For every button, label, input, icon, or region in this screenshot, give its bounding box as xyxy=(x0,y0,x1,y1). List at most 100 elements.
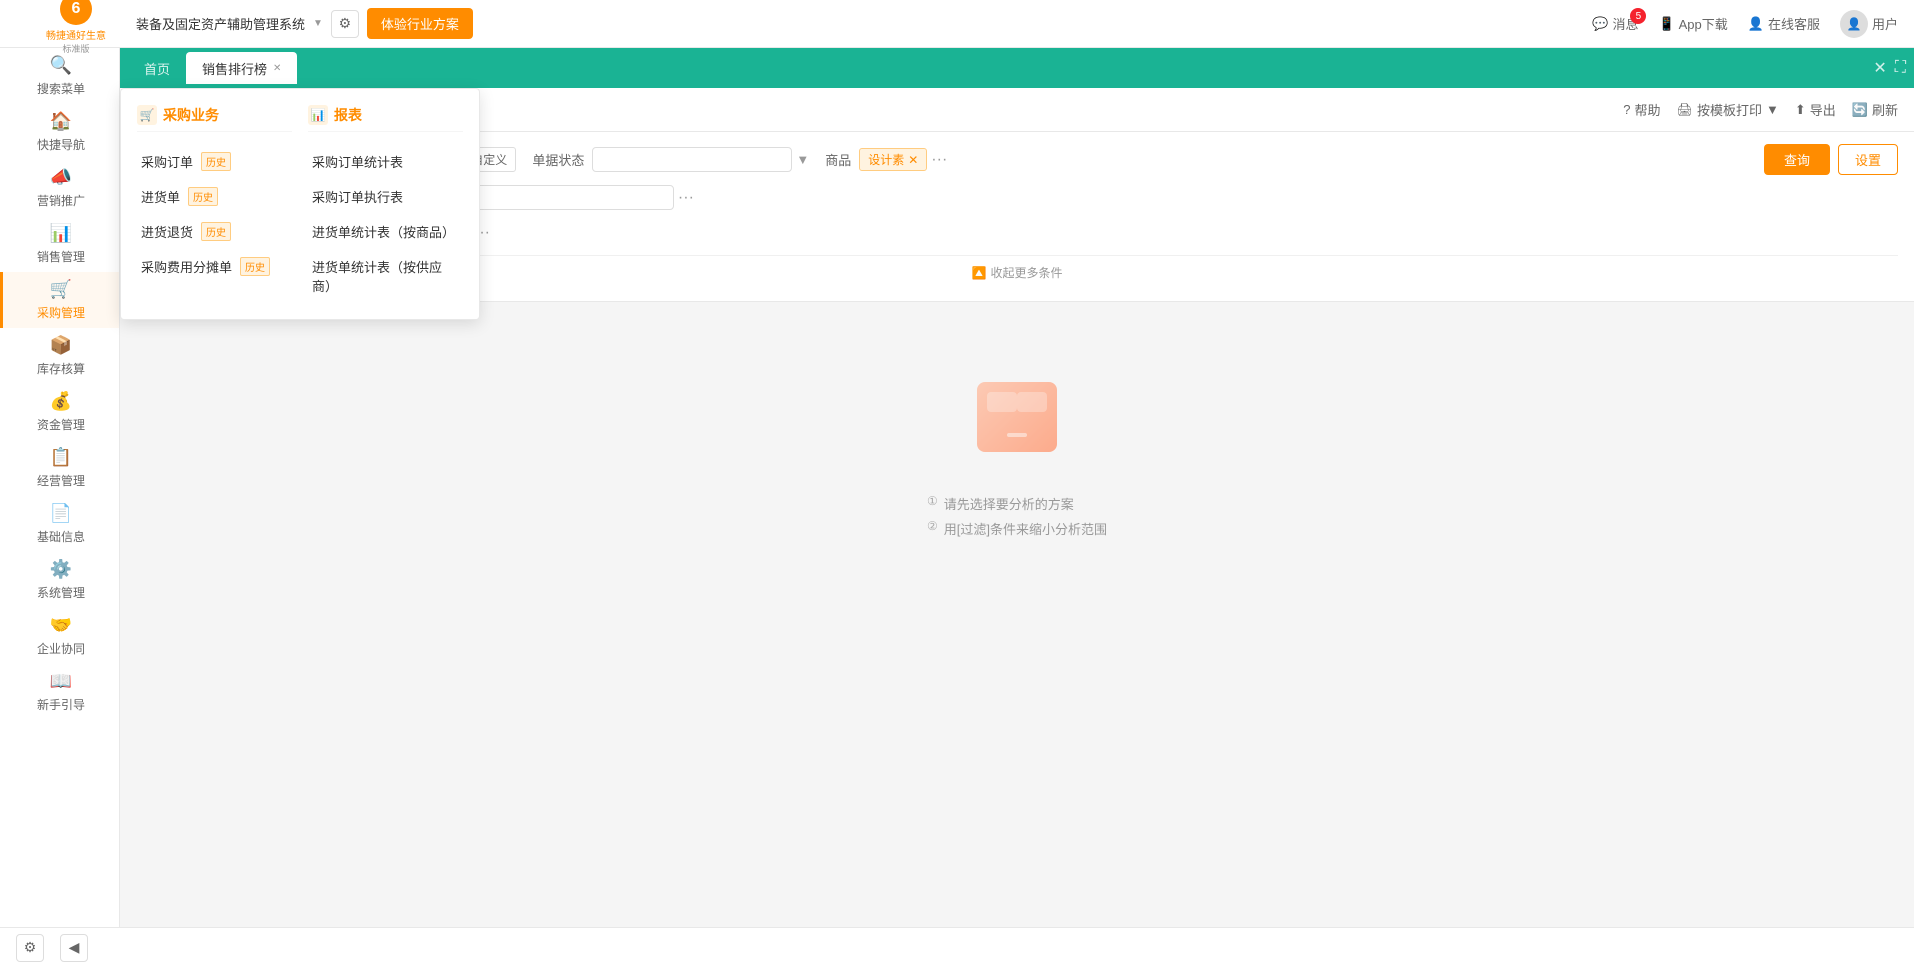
purchase-expense-item[interactable]: 采购费用分摊单 历史 xyxy=(137,249,292,284)
sidebar-label-system: 系统管理 xyxy=(37,584,85,601)
help-label: 帮助 xyxy=(1634,100,1660,119)
sidebar-label-inventory: 库存核算 xyxy=(37,360,85,377)
salesperson-dots[interactable]: ··· xyxy=(678,189,694,207)
purchase-order-exec-item[interactable]: 采购订单执行表 xyxy=(308,179,463,214)
sidebar-label-nav: 快捷导航 xyxy=(37,136,85,153)
bottom-collapse-icon: ◀ xyxy=(69,939,80,956)
goods-stats-product-label: 进货单统计表（按商品） xyxy=(312,222,455,241)
empty-illustration xyxy=(957,382,1077,482)
purchase-order-item[interactable]: 采购订单 历史 xyxy=(137,144,292,179)
sidebar-item-nav[interactable]: 🏠 快捷导航 xyxy=(0,104,119,160)
system-title-area: 装备及固定资产辅助管理系统 ▼ ⚙ 体验行业方案 xyxy=(136,8,1592,39)
purchase-return-history: 历史 xyxy=(201,222,231,241)
industry-button[interactable]: 体验行业方案 xyxy=(367,8,473,39)
purchase-icon: 🛒 xyxy=(50,279,72,300)
tab-close-icon[interactable]: ✕ xyxy=(273,63,281,74)
sidebar-item-sales[interactable]: 📊 销售管理 xyxy=(0,216,119,272)
query-button[interactable]: 查询 xyxy=(1764,144,1830,175)
online-service-button[interactable]: 👤 在线客服 xyxy=(1748,14,1820,33)
purchase-return-label: 进货退货 xyxy=(141,222,193,241)
print-button[interactable]: 🖨 按模板打印 ▼ xyxy=(1676,100,1778,119)
purchase-section-icon: 🛒 xyxy=(137,105,157,125)
tab-sales-rank[interactable]: 销售排行榜 ✕ xyxy=(186,52,297,84)
goods-receipt-label: 进货单 xyxy=(141,187,180,206)
sidebar-label-marketing: 营销推广 xyxy=(37,192,85,209)
sidebar-item-search[interactable]: 🔍 搜索菜单 xyxy=(0,48,119,104)
purchase-section: 🛒 采购业务 采购订单 历史 进货单 历史 进货退货 历史 采购费用分摊单 历史 xyxy=(137,105,292,303)
sidebar-item-operations[interactable]: 📋 经营管理 xyxy=(0,440,119,496)
tab-home[interactable]: 首页 xyxy=(128,52,186,84)
home-icon: 🏠 xyxy=(50,111,72,132)
sidebar-item-collab[interactable]: 🤝 企业协同 xyxy=(0,608,119,664)
report-section-header: 📊 报表 xyxy=(308,105,463,132)
salesperson-input[interactable] xyxy=(474,185,674,210)
goods-stats-supplier-item[interactable]: 进货单统计表（按供应商） xyxy=(308,249,463,303)
online-service-label: 在线客服 xyxy=(1768,14,1820,33)
empty-hint-1: ① 请先选择要分析的方案 xyxy=(927,494,1074,513)
purchase-section-title: 采购业务 xyxy=(163,105,219,125)
goods-tag-close[interactable]: ✕ xyxy=(908,153,918,167)
sidebar-label-finance: 资金管理 xyxy=(37,416,85,433)
report-section-title: 报表 xyxy=(334,105,362,125)
goods-dots[interactable]: ··· xyxy=(931,151,947,169)
purchase-order-history: 历史 xyxy=(201,152,231,171)
export-icon: ⬆ xyxy=(1795,102,1806,118)
search-icon: 🔍 xyxy=(50,55,72,76)
refresh-icon: 🔄 xyxy=(1852,102,1868,118)
sidebar-item-finance[interactable]: 💰 资金管理 xyxy=(0,384,119,440)
export-button[interactable]: ⬆ 导出 xyxy=(1795,100,1836,119)
sidebar-item-purchase[interactable]: 🛒 采购管理 xyxy=(0,272,119,328)
report-section-icon: 📊 xyxy=(308,105,328,125)
bottom-settings-icon: ⚙ xyxy=(24,939,37,956)
purchase-order-stats-item[interactable]: 采购订单统计表 xyxy=(308,144,463,179)
gear-button[interactable]: ⚙ xyxy=(331,10,359,38)
marketing-icon: 📣 xyxy=(50,167,72,188)
sidebar-item-guide[interactable]: 📖 新手引导 xyxy=(0,664,119,720)
sidebar: 🔍 搜索菜单 🏠 快捷导航 📣 营销推广 📊 销售管理 🛒 采购管理 📦 库存核… xyxy=(0,48,120,927)
help-button[interactable]: ? 帮助 xyxy=(1623,100,1660,119)
dropdown-columns: 🛒 采购业务 采购订单 历史 进货单 历史 进货退货 历史 采购费用分摊单 历史 xyxy=(137,105,463,303)
chevron-up-icon: 🔼 xyxy=(972,266,987,280)
basic-icon: 📄 xyxy=(50,503,72,524)
voucher-status-filter: 单据状态 ▼ xyxy=(532,147,809,172)
purchase-return-item[interactable]: 进货退货 历史 xyxy=(137,214,292,249)
voucher-status-input[interactable] xyxy=(592,147,792,172)
phone-icon: 📱 xyxy=(1658,16,1674,32)
sidebar-item-marketing[interactable]: 📣 营销推广 xyxy=(0,160,119,216)
user-label: 用户 xyxy=(1872,14,1898,33)
window-maximize-icon[interactable]: ⛶ xyxy=(1895,59,1906,77)
guide-icon: 📖 xyxy=(50,671,72,692)
bottom-settings-button[interactable]: ⚙ xyxy=(16,934,44,962)
sidebar-item-basic[interactable]: 📄 基础信息 xyxy=(0,496,119,552)
messages-button[interactable]: 💬 消息 5 xyxy=(1592,14,1638,33)
print-arrow: ▼ xyxy=(1766,102,1779,117)
user-avatar: 👤 xyxy=(1840,10,1868,38)
empty-hint-2: ② 用[过滤]条件来缩小分析范围 xyxy=(927,519,1107,538)
sidebar-label-operations: 经营管理 xyxy=(37,472,85,489)
purchase-dropdown-menu: 🛒 采购业务 采购订单 历史 进货单 历史 进货退货 历史 采购费用分摊单 历史 xyxy=(120,88,480,320)
sidebar-item-inventory[interactable]: 📦 库存核算 xyxy=(0,328,119,384)
logo-area: 6 畅捷通好生意 标准版 xyxy=(16,0,136,55)
bottom-bar: ⚙ ◀ xyxy=(0,927,1914,967)
purchase-expense-history: 历史 xyxy=(240,257,270,276)
user-button[interactable]: 👤 用户 xyxy=(1840,10,1898,38)
sidebar-label-basic: 基础信息 xyxy=(37,528,85,545)
print-label: 按模板打印 xyxy=(1697,100,1762,119)
app-download-label: App下载 xyxy=(1679,14,1728,33)
tab-sales-rank-label: 销售排行榜 xyxy=(202,59,267,78)
refresh-button[interactable]: 🔄 刷新 xyxy=(1852,100,1898,119)
window-close-icon[interactable]: ✕ xyxy=(1873,58,1886,78)
app-download-button[interactable]: 📱 App下载 xyxy=(1658,14,1727,33)
window-controls: ✕ ⛶ xyxy=(1873,58,1906,78)
sidebar-item-system[interactable]: ⚙️ 系统管理 xyxy=(0,552,119,608)
settings-button[interactable]: 设置 xyxy=(1838,144,1898,175)
logo-icon: 6 xyxy=(60,0,92,25)
collab-icon: 🤝 xyxy=(50,615,72,636)
operations-icon: 📋 xyxy=(50,447,72,468)
print-icon: 🖨 xyxy=(1676,102,1693,118)
goods-receipt-item[interactable]: 进货单 历史 xyxy=(137,179,292,214)
goods-stats-product-item[interactable]: 进货单统计表（按商品） xyxy=(308,214,463,249)
system-dropdown-arrow[interactable]: ▼ xyxy=(313,18,323,29)
top-actions: 💬 消息 5 📱 App下载 👤 在线客服 👤 用户 xyxy=(1592,10,1898,38)
bottom-collapse-button[interactable]: ◀ xyxy=(60,934,88,962)
